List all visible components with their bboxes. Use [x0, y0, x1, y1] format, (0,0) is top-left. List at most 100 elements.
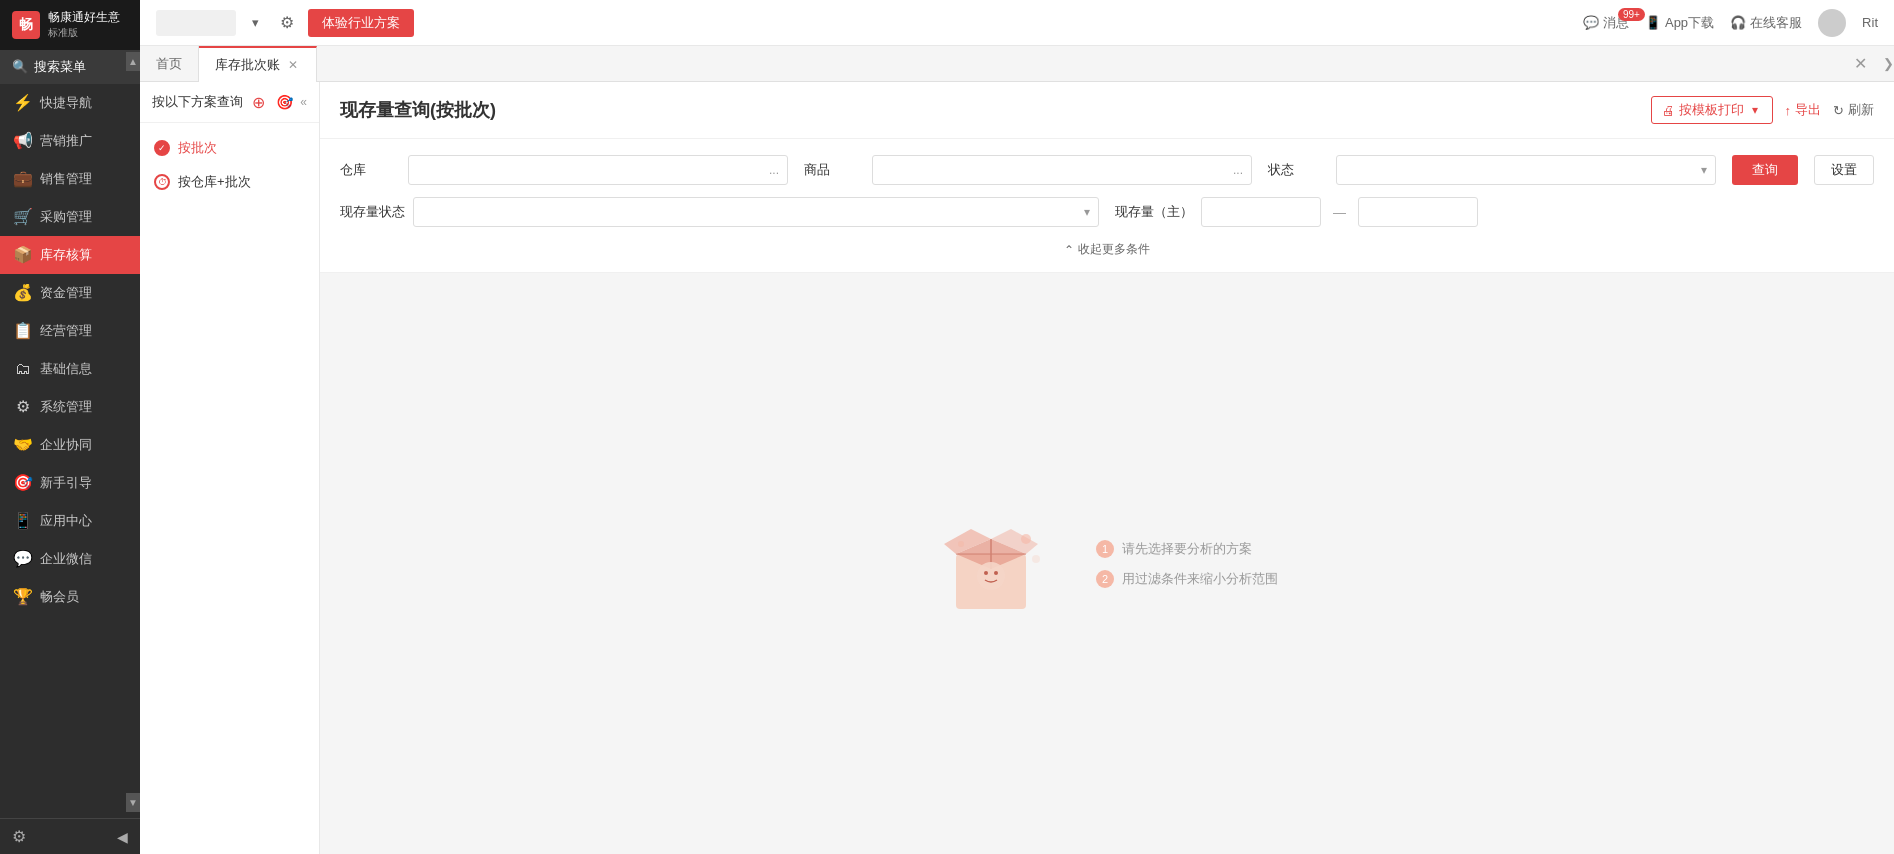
collapse-icon[interactable]: ◀ [117, 829, 128, 845]
topbar-support[interactable]: 🎧 在线客服 [1730, 14, 1802, 32]
sidebar-item-finance[interactable]: 💰资金管理 [0, 274, 140, 312]
topbar: ▾ ⚙ 体验行业方案 💬 消息 99+ 📱 App下载 🎧 在线客服 Rit [140, 0, 1894, 46]
nav-icon-marketing: 📢 [14, 132, 32, 150]
tab-close-icon[interactable]: ✕ [286, 58, 300, 72]
tab-home-label: 首页 [156, 55, 182, 73]
status-select[interactable]: ▾ [1336, 155, 1716, 185]
topbar-app-download[interactable]: 📱 App下载 [1645, 14, 1714, 32]
username-label[interactable]: Rit [1862, 15, 1878, 30]
nav-label-basic: 基础信息 [40, 360, 92, 378]
query-settings-button[interactable]: 设置 [1814, 155, 1874, 185]
sidebar-scroll-up[interactable]: ▲ [126, 52, 140, 71]
topbar-settings-icon[interactable]: ⚙ [274, 10, 300, 36]
filter-item-by-batch[interactable]: ✓ 按批次 [140, 131, 319, 165]
nav-icon-finance: 💰 [14, 284, 32, 302]
empty-tips: 1 请先选择要分析的方案 2 用过滤条件来缩小分析范围 [1096, 540, 1278, 588]
query-button[interactable]: 查询 [1732, 155, 1798, 185]
filter-radio-inactive: ⏱ [154, 174, 170, 190]
page-title: 现存量查询(按批次) [340, 98, 496, 122]
warehouse-input[interactable]: ... [408, 155, 788, 185]
refresh-button[interactable]: ↻ 刷新 [1833, 101, 1874, 119]
sidebar-scroll-down[interactable]: ▼ [126, 793, 140, 812]
tab-inventory-batch[interactable]: 库存批次账 ✕ [199, 46, 317, 82]
empty-tip-1: 1 请先选择要分析的方案 [1096, 540, 1278, 558]
filter-item-label-warehouse-batch: 按仓库+批次 [178, 173, 251, 191]
query-form: 仓库 ... 商品 ... 状态 [320, 139, 1894, 273]
nav-label-app-center: 应用中心 [40, 512, 92, 530]
svg-point-10 [958, 541, 964, 547]
stock-qty-separator: — [1329, 205, 1350, 220]
stock-qty-max-input[interactable] [1358, 197, 1478, 227]
filter-items-list: ✓ 按批次 ⏱ 按仓库+批次 [140, 123, 319, 854]
filter-radio-active: ✓ [154, 140, 170, 156]
nav-label-enterprise: 企业协同 [40, 436, 92, 454]
sidebar-item-system[interactable]: ⚙系统管理 [0, 388, 140, 426]
sidebar-item-new-guide[interactable]: 🎯 新手引导 [0, 464, 140, 502]
print-icon: 🖨 [1662, 103, 1675, 118]
filter-item-by-warehouse-batch[interactable]: ⏱ 按仓库+批次 [140, 165, 319, 199]
nav-label-wechat: 企业微信 [40, 550, 92, 568]
nav-icon-inventory: 📦 [14, 246, 32, 264]
filter-settings-icon[interactable]: 🎯 [274, 92, 294, 112]
sidebar-search[interactable]: 🔍 搜索菜单 [0, 50, 140, 84]
sidebar-item-basic[interactable]: 🗂基础信息 [0, 350, 140, 388]
sidebar-item-purchase[interactable]: 🛒采购管理 [0, 198, 140, 236]
sidebar-item-operation[interactable]: 📋经营管理 [0, 312, 140, 350]
topbar-dropdown-icon[interactable]: ▾ [244, 12, 266, 34]
experience-button[interactable]: 体验行业方案 [308, 9, 414, 37]
settings-icon[interactable]: ⚙ [12, 827, 26, 846]
tab-panel-close[interactable]: ✕ [1854, 54, 1879, 73]
sidebar-item-enterprise[interactable]: 🤝企业协同 [0, 426, 140, 464]
nav-label-marketing: 营销推广 [40, 132, 92, 150]
stock-qty-min-input[interactable] [1201, 197, 1321, 227]
svg-point-7 [984, 571, 988, 575]
stock-status-dropdown-icon: ▾ [1084, 205, 1090, 219]
sidebar-item-app-center[interactable]: 📱应用中心 [0, 502, 140, 540]
sidebar-item-quick-nav[interactable]: ⚡快捷导航 [0, 84, 140, 122]
topbar-message[interactable]: 💬 消息 99+ [1583, 14, 1629, 32]
export-icon: ↑ [1785, 103, 1792, 118]
collapse-more-btn[interactable]: ⌃ 收起更多条件 [340, 235, 1874, 264]
print-dropdown-icon[interactable]: ▾ [1748, 103, 1762, 117]
nav-label-new-guide: 新手引导 [40, 474, 92, 492]
message-icon: 💬 [1583, 15, 1599, 30]
sidebar-item-member[interactable]: 🏆畅会员 [0, 578, 140, 616]
filter-item-label-batch: 按批次 [178, 139, 217, 157]
status-dropdown-icon: ▾ [1701, 163, 1707, 177]
filter-header-actions: ⊕ 🎯 « [248, 92, 307, 112]
tab-home[interactable]: 首页 [140, 46, 199, 82]
collapse-icon: ⌃ [1064, 243, 1074, 257]
sidebar-item-sales[interactable]: 💼销售管理 [0, 160, 140, 198]
page-header: 现存量查询(按批次) 🖨 按模板打印 ▾ ↑ 导出 ↻ 刷新 [320, 82, 1894, 139]
user-avatar[interactable] [1818, 9, 1846, 37]
sidebar-item-inventory[interactable]: 📦库存核算 [0, 236, 140, 274]
nav-icon-system: ⚙ [14, 398, 32, 416]
nav-icon-sales: 💼 [14, 170, 32, 188]
svg-point-8 [994, 571, 998, 575]
page-header-actions: 🖨 按模板打印 ▾ ↑ 导出 ↻ 刷新 [1651, 96, 1875, 124]
svg-point-6 [977, 562, 1005, 590]
filter-panel: 按以下方案查询 ⊕ 🎯 « ✓ 按批次 ⏱ 按仓库+批次 [140, 82, 320, 854]
filter-add-icon[interactable]: ⊕ [248, 92, 268, 112]
product-input[interactable]: ... [872, 155, 1252, 185]
message-badge: 99+ [1618, 8, 1645, 21]
sidebar-footer: ⚙ ◀ [0, 818, 140, 854]
nav-label-quick-nav: 快捷导航 [40, 94, 92, 112]
stock-status-select[interactable]: ▾ [413, 197, 1099, 227]
tip-num-1: 1 [1096, 540, 1114, 558]
tab-panel-arrow[interactable]: ❯ [1883, 56, 1894, 71]
nav-label-operation: 经营管理 [40, 322, 92, 340]
filter-title: 按以下方案查询 [152, 93, 243, 111]
filter-collapse-icon[interactable]: « [300, 95, 307, 109]
warehouse-field: 仓库 ... [340, 155, 788, 185]
nav-icon-wechat: 💬 [14, 550, 32, 568]
export-button[interactable]: ↑ 导出 [1785, 101, 1822, 119]
product-field: 商品 ... [804, 155, 1252, 185]
content-area: 按以下方案查询 ⊕ 🎯 « ✓ 按批次 ⏱ 按仓库+批次 [140, 82, 1894, 854]
print-button[interactable]: 🖨 按模板打印 ▾ [1651, 96, 1773, 124]
topbar-right: 💬 消息 99+ 📱 App下载 🎧 在线客服 Rit [1583, 9, 1878, 37]
sidebar-item-marketing[interactable]: 📢 营销推广 [0, 122, 140, 160]
sidebar-item-wechat[interactable]: 💬 企业微信 [0, 540, 140, 578]
nav-icon-new-guide: 🎯 [14, 474, 32, 492]
sidebar-navigation: ⚡快捷导航 📢 营销推广 💼销售管理🛒采购管理📦库存核算💰资金管理📋经营管理🗂基础信息… [0, 84, 140, 818]
